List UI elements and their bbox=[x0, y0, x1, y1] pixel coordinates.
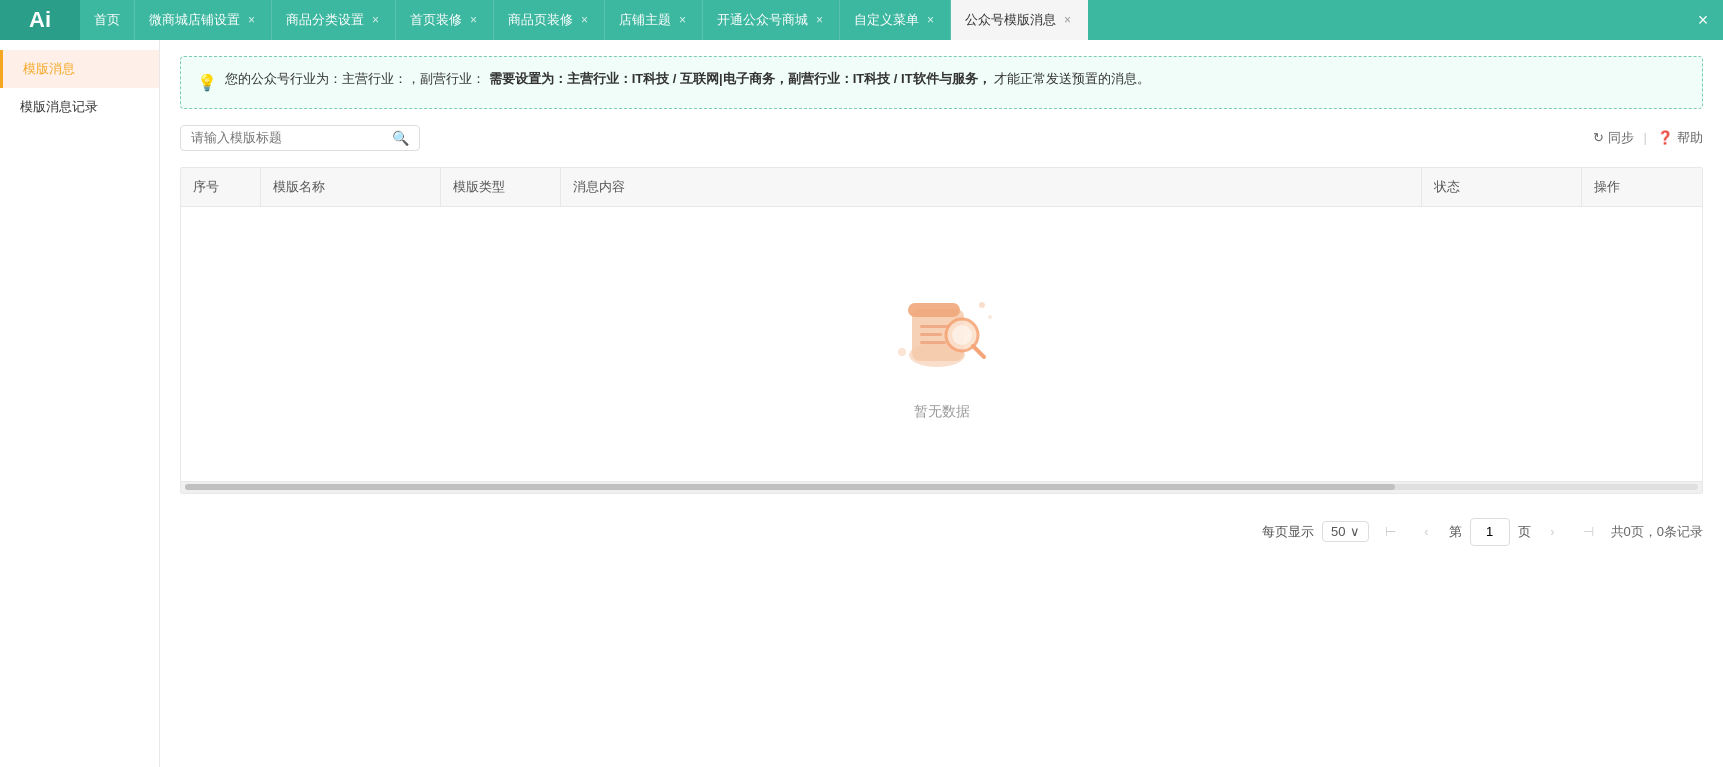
data-table: 序号 模版名称 模版类型 消息内容 状态 操作 bbox=[180, 167, 1703, 494]
nav-tab-label: 首页装修 bbox=[410, 11, 462, 29]
nav-tab-label: 商品分类设置 bbox=[286, 11, 364, 29]
nav-tab-label: 店铺主题 bbox=[619, 11, 671, 29]
content-area: 💡 您的公众号行业为：主营行业：，副营行业： 需要设置为：主营行业：IT科技 /… bbox=[160, 40, 1723, 767]
chevron-down-icon: ∨ bbox=[1350, 524, 1360, 539]
svg-point-9 bbox=[979, 302, 985, 308]
svg-line-8 bbox=[973, 346, 984, 357]
svg-rect-3 bbox=[920, 325, 950, 328]
col-status: 状态 bbox=[1422, 168, 1582, 206]
col-action: 操作 bbox=[1582, 168, 1702, 206]
page-label-post: 页 bbox=[1518, 523, 1531, 541]
nav-tab-category[interactable]: 商品分类设置 × bbox=[272, 0, 396, 40]
search-input-wrap[interactable]: 🔍 bbox=[180, 125, 420, 151]
svg-rect-5 bbox=[920, 341, 946, 344]
sidebar: 模版消息 模版消息记录 bbox=[0, 40, 160, 767]
nav-tab-close-icon[interactable]: × bbox=[677, 11, 688, 29]
current-page-input[interactable] bbox=[1470, 518, 1510, 546]
nav-tabs: 首页微商城店铺设置×商品分类设置×首页装修×商品页装修×店铺主题×开通公众号商城… bbox=[80, 0, 1683, 40]
svg-point-7 bbox=[952, 325, 972, 345]
svg-rect-4 bbox=[920, 333, 942, 336]
col-type: 模版类型 bbox=[441, 168, 561, 206]
notice-text: 您的公众号行业为：主营行业：，副营行业： 需要设置为：主营行业：IT科技 / 互… bbox=[225, 69, 1150, 90]
table-header: 序号 模版名称 模版类型 消息内容 状态 操作 bbox=[181, 168, 1702, 207]
nav-tab-productpage[interactable]: 商品页装修 × bbox=[494, 0, 605, 40]
nav-tab-label: 自定义菜单 bbox=[854, 11, 919, 29]
nav-tab-label: 微商城店铺设置 bbox=[149, 11, 240, 29]
nav-tab-weishop[interactable]: 微商城店铺设置 × bbox=[135, 0, 272, 40]
page-size-select[interactable]: 50 ∨ bbox=[1322, 521, 1368, 542]
close-all-button[interactable]: × bbox=[1683, 10, 1723, 31]
search-icon[interactable]: 🔍 bbox=[392, 130, 409, 146]
page-size-label: 每页显示 bbox=[1262, 523, 1314, 541]
search-input[interactable] bbox=[191, 130, 392, 145]
nav-tab-close-icon[interactable]: × bbox=[814, 11, 825, 29]
nav-tab-close-icon[interactable]: × bbox=[579, 11, 590, 29]
svg-point-11 bbox=[898, 348, 906, 356]
nav-tab-close-icon[interactable]: × bbox=[370, 11, 381, 29]
pagination: 每页显示 50 ∨ ⊢ ‹ 第 页 › ⊣ 共0页，0条记录 bbox=[180, 510, 1703, 554]
nav-tab-custommenu[interactable]: 自定义菜单 × bbox=[840, 0, 951, 40]
svg-point-10 bbox=[988, 315, 992, 319]
col-name: 模版名称 bbox=[261, 168, 441, 206]
nav-tab-theme[interactable]: 店铺主题 × bbox=[605, 0, 703, 40]
empty-state: 暂无数据 bbox=[181, 207, 1702, 481]
toolbar-divider: | bbox=[1644, 130, 1647, 145]
nav-tab-close-icon[interactable]: × bbox=[925, 11, 936, 29]
sync-button[interactable]: ↻ 同步 bbox=[1593, 129, 1634, 147]
notice-box: 💡 您的公众号行业为：主营行业：，副营行业： 需要设置为：主营行业：IT科技 /… bbox=[180, 56, 1703, 109]
lightbulb-icon: 💡 bbox=[197, 70, 217, 96]
empty-illustration bbox=[882, 267, 1002, 387]
sidebar-item-template-msg-record[interactable]: 模版消息记录 bbox=[0, 88, 159, 126]
last-page-button[interactable]: ⊣ bbox=[1575, 518, 1603, 546]
svg-rect-2 bbox=[908, 303, 960, 317]
app-logo: Ai bbox=[0, 0, 80, 40]
horizontal-scrollbar[interactable] bbox=[181, 481, 1702, 493]
next-page-button[interactable]: › bbox=[1539, 518, 1567, 546]
col-index: 序号 bbox=[181, 168, 261, 206]
scrollbar-track bbox=[185, 484, 1698, 490]
help-button[interactable]: ❓ 帮助 bbox=[1657, 129, 1703, 147]
page-size-value: 50 bbox=[1331, 524, 1345, 539]
prev-page-button[interactable]: ‹ bbox=[1413, 518, 1441, 546]
first-page-button[interactable]: ⊢ bbox=[1377, 518, 1405, 546]
top-nav: Ai 首页微商城店铺设置×商品分类设置×首页装修×商品页装修×店铺主题×开通公众… bbox=[0, 0, 1723, 40]
toolbar-right: ↻ 同步 | ❓ 帮助 bbox=[1593, 129, 1703, 147]
nav-tab-home[interactable]: 首页 bbox=[80, 0, 135, 40]
nav-tab-templatemsg[interactable]: 公众号模版消息 × bbox=[951, 0, 1088, 40]
nav-tab-close-icon[interactable]: × bbox=[1062, 11, 1073, 29]
nav-tab-label: 首页 bbox=[94, 11, 120, 29]
nav-tab-wxstore[interactable]: 开通公众号商城 × bbox=[703, 0, 840, 40]
nav-tab-homepage[interactable]: 首页装修 × bbox=[396, 0, 494, 40]
nav-tab-close-icon[interactable]: × bbox=[246, 11, 257, 29]
sync-icon: ↻ bbox=[1593, 130, 1604, 145]
scrollbar-thumb[interactable] bbox=[185, 484, 1395, 490]
total-info: 共0页，0条记录 bbox=[1611, 523, 1703, 541]
search-bar: 🔍 ↻ 同步 | ❓ 帮助 bbox=[180, 125, 1703, 151]
col-content: 消息内容 bbox=[561, 168, 1422, 206]
help-icon: ❓ bbox=[1657, 130, 1673, 145]
nav-tab-label: 公众号模版消息 bbox=[965, 11, 1056, 29]
main-layout: 模版消息 模版消息记录 💡 您的公众号行业为：主营行业：，副营行业： 需要设置为… bbox=[0, 40, 1723, 767]
nav-tab-label: 商品页装修 bbox=[508, 11, 573, 29]
page-label-pre: 第 bbox=[1449, 523, 1462, 541]
empty-text: 暂无数据 bbox=[914, 403, 970, 421]
nav-tab-label: 开通公众号商城 bbox=[717, 11, 808, 29]
sidebar-item-template-msg[interactable]: 模版消息 bbox=[0, 50, 159, 88]
nav-tab-close-icon[interactable]: × bbox=[468, 11, 479, 29]
